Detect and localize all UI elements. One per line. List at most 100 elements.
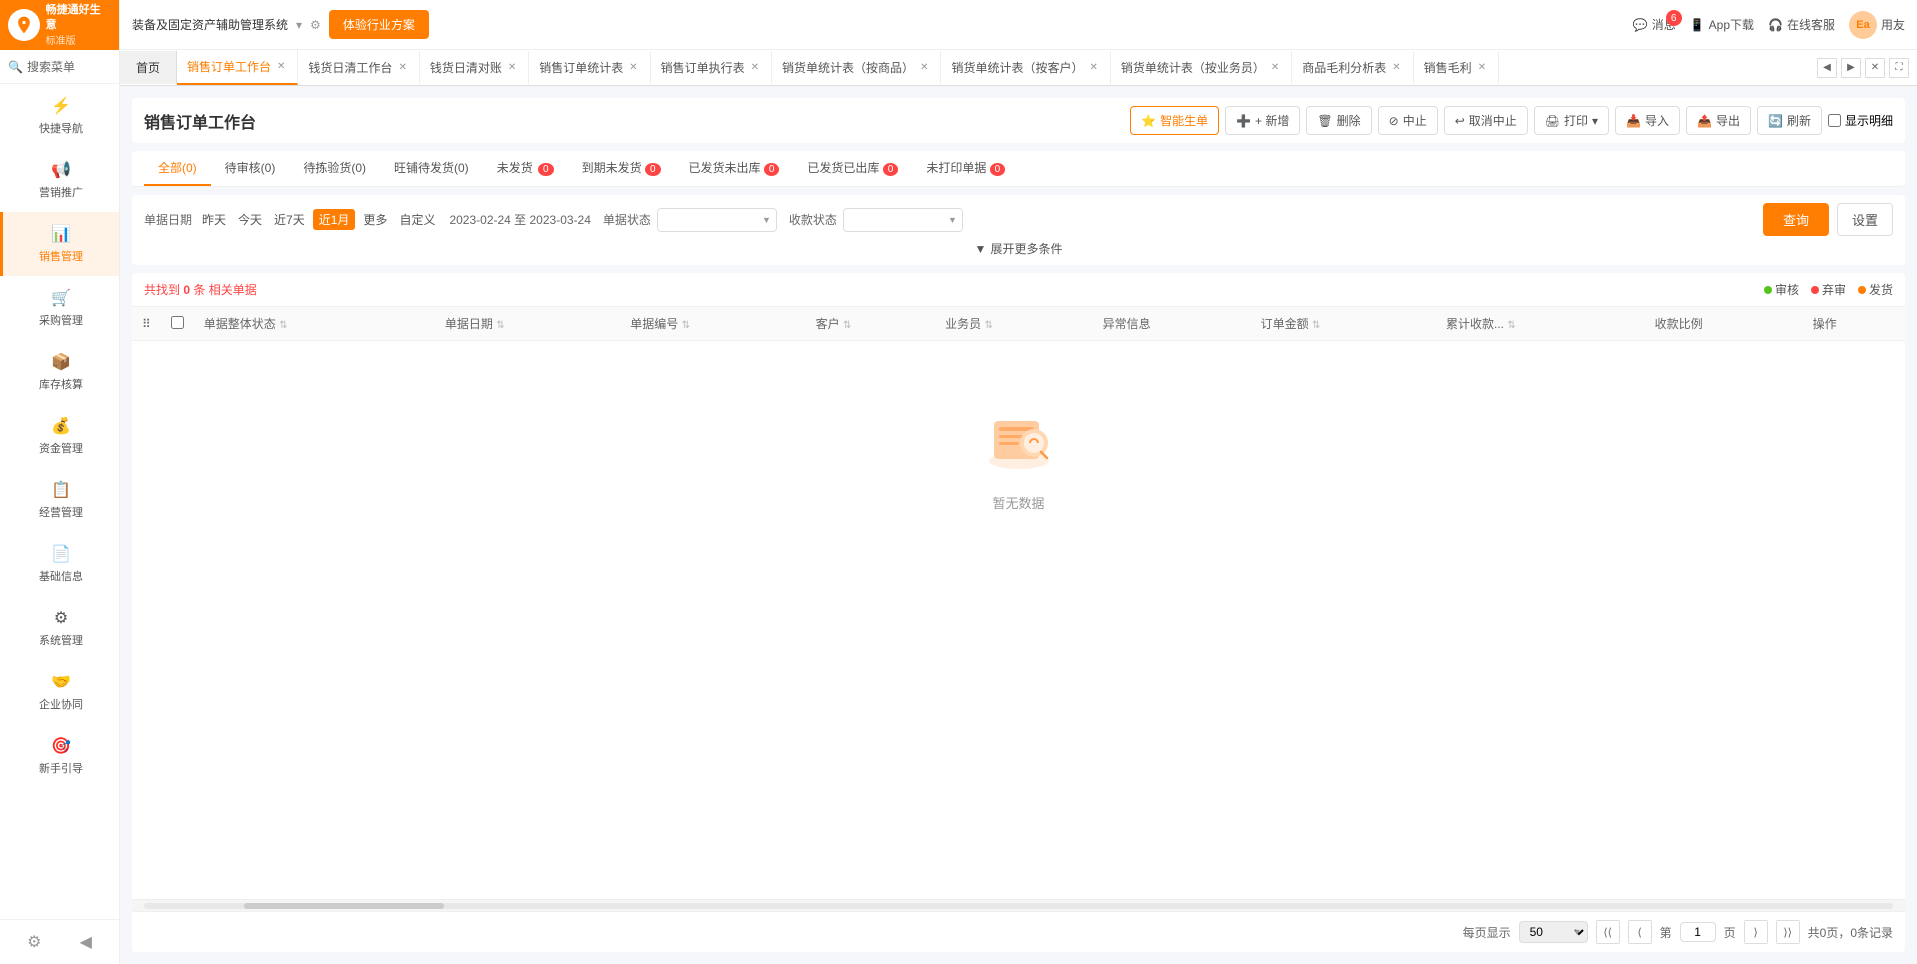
solution-btn[interactable]: 体验行业方案 <box>329 10 429 39</box>
th-status[interactable]: 单据整体状态 ⇅ <box>194 307 435 341</box>
filter-payment-select[interactable] <box>843 208 963 232</box>
tab-sales-stats[interactable]: 销售订单统计表 ✕ <box>529 51 650 84</box>
page-last-btn[interactable]: ⟩⟩ <box>1776 920 1800 944</box>
sidebar-item-basic[interactable]: 📄 基础信息 <box>0 532 119 596</box>
date-7days[interactable]: 近7天 <box>270 209 309 230</box>
delete-btn[interactable]: 🗑 删除 <box>1306 106 1371 135</box>
sidebar-item-finance[interactable]: 💰 资金管理 <box>0 404 119 468</box>
tab-sales-stats-close[interactable]: ✕ <box>627 62 639 73</box>
filter-tab-all[interactable]: 全部(0) <box>144 151 211 186</box>
tab-prev-btn[interactable]: ◀ <box>1817 58 1837 78</box>
tab-sales-summary-customer-label: 销货单统计表（按客户） <box>951 59 1083 76</box>
tab-gross-profit-close[interactable]: ✕ <box>1390 62 1402 73</box>
settings-icon[interactable]: ⚙ <box>27 932 41 952</box>
select-all-checkbox[interactable] <box>171 316 184 329</box>
quick-cancel-review-btn[interactable]: 弃审 <box>1811 281 1846 298</box>
quick-review-btn[interactable]: 审核 <box>1764 281 1799 298</box>
page-prev-btn[interactable]: ⟨ <box>1628 920 1652 944</box>
app-download-btn[interactable]: 📱 App下载 <box>1690 16 1754 33</box>
sidebar-item-marketing[interactable]: 📢 营销推广 <box>0 148 119 212</box>
filter-tab-pending-inspect[interactable]: 待拣验货(0) <box>289 151 380 186</box>
date-custom[interactable]: 自定义 <box>395 209 439 230</box>
tab-fullscreen-btn[interactable]: ⛶ <box>1889 58 1909 78</box>
sidebar-item-guide[interactable]: 🎯 新手引导 <box>0 724 119 788</box>
sidebar-item-inventory[interactable]: 📦 库存核算 <box>0 340 119 404</box>
user-btn[interactable]: Ea 用友 <box>1849 11 1905 39</box>
collapse-icon[interactable]: ◀ <box>80 932 92 952</box>
date-today[interactable]: 今天 <box>234 209 266 230</box>
tab-sales-summary-staff[interactable]: 销货单统计表（按业务员） ✕ <box>1111 51 1292 84</box>
stop-btn[interactable]: ⊘ 中止 <box>1378 106 1438 135</box>
sidebar-search[interactable]: 🔍 搜索菜单 <box>0 50 119 84</box>
tab-cash-daily-close[interactable]: ✕ <box>396 62 408 73</box>
smart-generate-btn[interactable]: ⭐ 智能生单 <box>1130 106 1219 135</box>
th-collected[interactable]: 累计收款... ⇅ <box>1436 307 1645 341</box>
sidebar-item-purchase[interactable]: 🛒 采购管理 <box>0 276 119 340</box>
filter-tab-wangpu[interactable]: 旺铺待发货(0) <box>380 151 483 186</box>
tab-close-all-btn[interactable]: ✕ <box>1865 58 1885 78</box>
filter-expand-btn[interactable]: ▼ 展开更多条件 <box>144 240 1893 257</box>
sidebar-item-enterprise[interactable]: 🤝 企业协同 <box>0 660 119 724</box>
refresh-label: 刷新 <box>1787 112 1811 129</box>
tab-home[interactable]: 首页 <box>120 51 177 84</box>
message-btn[interactable]: 💬 消息 6 <box>1633 16 1676 33</box>
tab-sales-summary-staff-close[interactable]: ✕ <box>1269 62 1281 73</box>
tab-sales-workbench-close[interactable]: ✕ <box>275 61 287 72</box>
sidebar-item-system[interactable]: ⚙ 系统管理 <box>0 596 119 660</box>
sidebar-item-sales[interactable]: 📊 销售管理 <box>0 212 119 276</box>
tab-sales-exec[interactable]: 销售订单执行表 ✕ <box>651 51 772 84</box>
tab-sales-summary-customer[interactable]: 销货单统计表（按客户） ✕ <box>941 51 1110 84</box>
filter-tab-expired[interactable]: 到期未发货 0 <box>568 151 675 186</box>
th-amount[interactable]: 订单金额 ⇅ <box>1251 307 1436 341</box>
th-customer[interactable]: 客户 ⇅ <box>806 307 936 341</box>
add-btn[interactable]: ➕ + 新增 <box>1225 106 1300 135</box>
filter-tab-pending-review[interactable]: 待审核(0) <box>211 151 290 186</box>
scrollbar-thumb[interactable] <box>244 903 444 909</box>
th-date[interactable]: 单据日期 ⇅ <box>435 307 620 341</box>
sidebar-item-operation[interactable]: 📋 经营管理 <box>0 468 119 532</box>
page-input[interactable] <box>1680 922 1716 942</box>
show-detail-check[interactable]: 显示明细 <box>1828 112 1893 129</box>
refresh-btn[interactable]: 🔄 刷新 <box>1757 106 1822 135</box>
filter-status-select[interactable] <box>657 208 777 232</box>
tab-sales-exec-close[interactable]: ✕ <box>749 62 761 73</box>
date-more[interactable]: 更多 <box>359 209 391 230</box>
import-btn[interactable]: 📥 导入 <box>1615 106 1680 135</box>
tab-sales-summary-customer-close[interactable]: ✕ <box>1087 62 1099 73</box>
filter-tab-not-shipped[interactable]: 未发货 0 <box>483 151 568 186</box>
topbar-gear-icon[interactable]: ⚙ <box>310 18 321 32</box>
date-1month[interactable]: 近1月 <box>313 209 356 230</box>
print-btn[interactable]: 🖨 打印 ▾ <box>1534 106 1609 135</box>
tab-sales-summary-product[interactable]: 销货单统计表（按商品） ✕ <box>772 51 941 84</box>
page-next-btn[interactable]: ⟩ <box>1744 920 1768 944</box>
scrollbar-track[interactable] <box>144 903 1893 909</box>
filter-tab-shipped-not-out[interactable]: 已发货未出库 0 <box>675 151 794 186</box>
tab-next-btn[interactable]: ▶ <box>1841 58 1861 78</box>
search-btn[interactable]: 查询 <box>1763 203 1829 236</box>
show-detail-checkbox[interactable] <box>1828 114 1841 127</box>
page-size-select[interactable]: 50 100 200 <box>1519 921 1588 943</box>
export-btn[interactable]: 📤 导出 <box>1686 106 1751 135</box>
quick-ship-btn[interactable]: 发货 <box>1858 281 1893 298</box>
tab-cash-reconcile[interactable]: 钱货日清对账 ✕ <box>420 51 529 84</box>
tab-cash-reconcile-close[interactable]: ✕ <box>506 62 518 73</box>
online-service-btn[interactable]: 🎧 在线客服 <box>1768 16 1835 33</box>
sidebar-item-quick-nav[interactable]: ⚡ 快捷导航 <box>0 84 119 148</box>
tab-sales-profit[interactable]: 销售毛利 ✕ <box>1414 51 1499 84</box>
tab-sales-workbench[interactable]: 销售订单工作台 ✕ <box>177 50 298 85</box>
tab-sales-profit-close[interactable]: ✕ <box>1476 62 1488 73</box>
add-label: + 新增 <box>1255 112 1289 129</box>
cancel-stop-btn[interactable]: ↩ 取消中止 <box>1444 106 1528 135</box>
date-yesterday[interactable]: 昨天 <box>198 209 230 230</box>
tab-gross-profit[interactable]: 商品毛利分析表 ✕ <box>1292 51 1413 84</box>
page-first-btn[interactable]: ⟨⟨ <box>1596 920 1620 944</box>
filter-tab-not-printed[interactable]: 未打印单据 0 <box>912 151 1019 186</box>
tab-sales-summary-product-close[interactable]: ✕ <box>918 62 930 73</box>
table-scroll-container[interactable]: ⠿ 单据整体状态 ⇅ 单据日期 ⇅ <box>132 307 1905 899</box>
review-dot <box>1764 286 1772 294</box>
th-number[interactable]: 单据编号 ⇅ <box>620 307 805 341</box>
tab-cash-daily[interactable]: 钱货日清工作台 ✕ <box>298 51 419 84</box>
th-staff[interactable]: 业务员 ⇅ <box>935 307 1092 341</box>
filter-tab-shipped-out[interactable]: 已发货已出库 0 <box>793 151 912 186</box>
set-btn[interactable]: 设置 <box>1837 203 1893 236</box>
